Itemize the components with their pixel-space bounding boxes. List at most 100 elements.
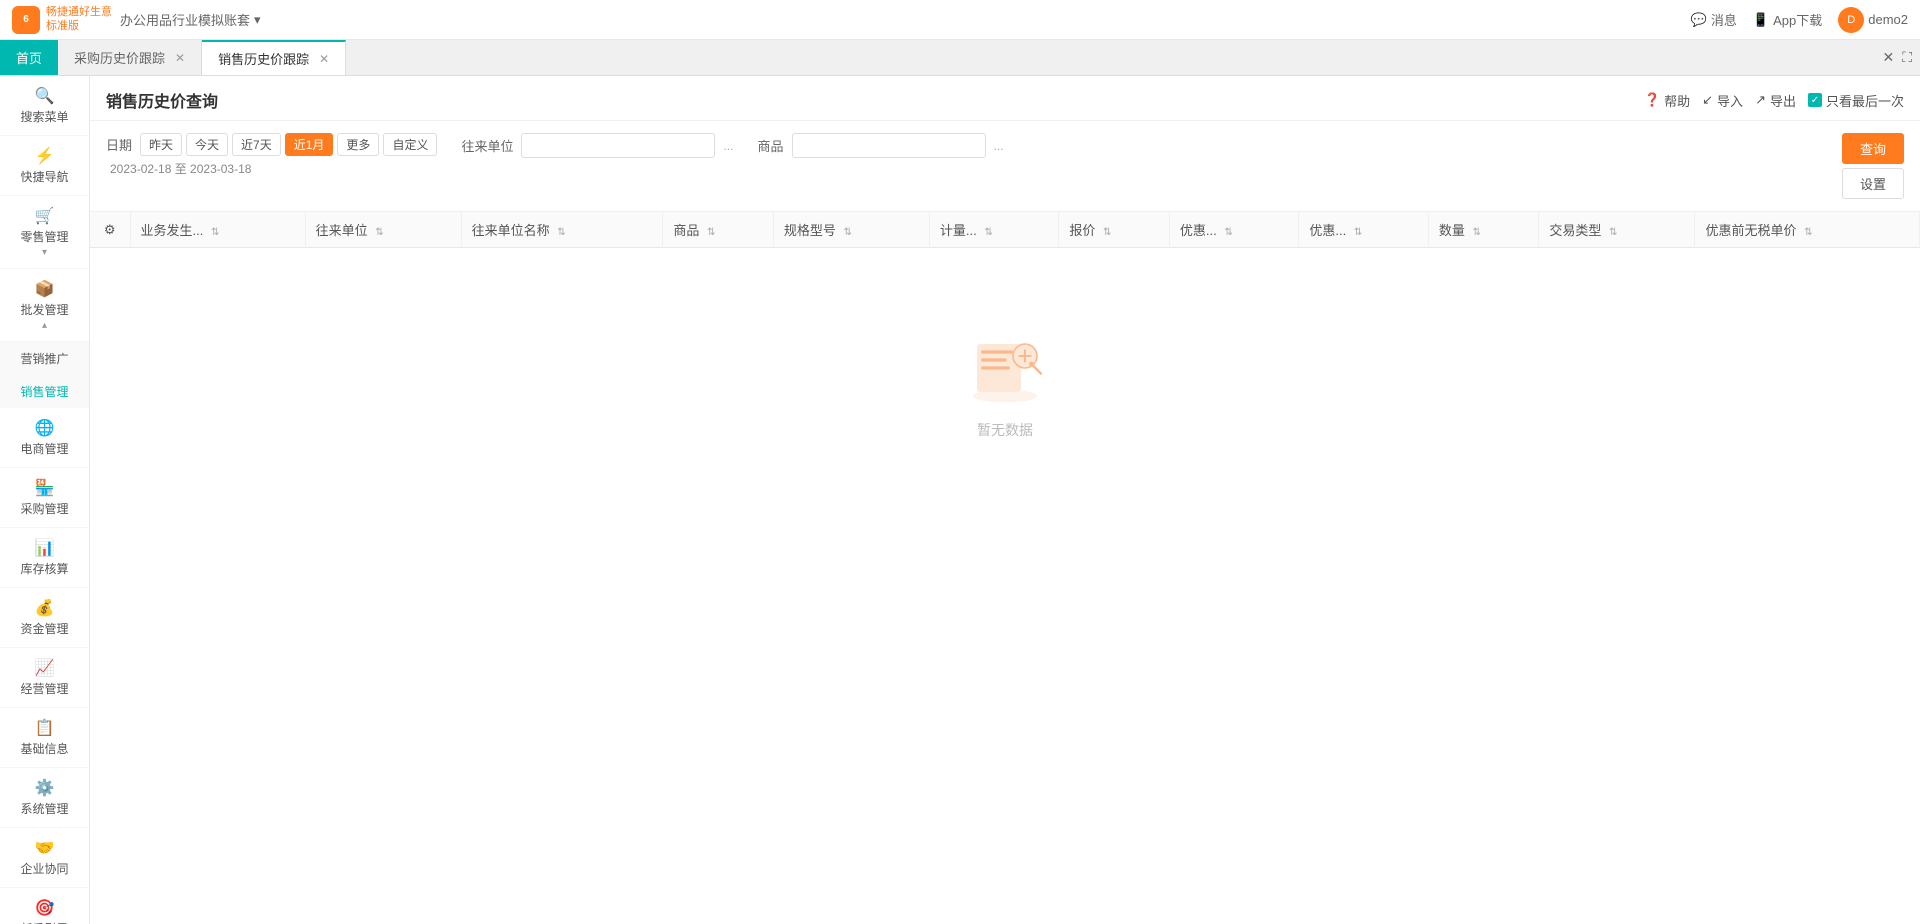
tab-purchase-history-label: 采购历史价跟踪 [74,48,165,67]
sidebar-item-label: 经营管理 [20,680,68,697]
col-partner-code[interactable]: 往来单位 ⇅ [305,212,461,248]
sidebar-item-purchase[interactable]: 🏪 采购管理 [0,468,89,528]
sidebar-item-label: 企业协同 [20,860,68,877]
sidebar-item-sales-mgmt[interactable]: 销售管理 [0,375,89,408]
user-menu[interactable]: D demo2 [1838,7,1908,33]
close-purchase-tab-icon[interactable]: ✕ [175,51,185,65]
col-unit[interactable]: 计量... ⇅ [929,212,1058,248]
sidebar-item-operations[interactable]: 📈 经营管理 [0,648,89,708]
sidebar-item-label: 基础信息 [20,740,68,757]
message-icon: 💬 [1691,12,1707,28]
col-spec[interactable]: 规格型号 ⇅ [773,212,929,248]
sidebar: 🔍 搜索菜单 ⚡ 快捷导航 🛒 零售管理 ▾ 📦 批发管理 ▴ 营销推广 销售管… [0,76,90,924]
col-discount1[interactable]: 优惠... ⇅ [1169,212,1298,248]
checkbox-checked-icon: ✓ [1808,93,1822,107]
sidebar-item-label: 新手引导 [20,920,68,924]
tab-home[interactable]: 首页 [0,40,58,75]
export-button[interactable]: ↗ 导出 [1755,91,1796,110]
sidebar-item-marketing[interactable]: 营销推广 [0,342,89,375]
col-partner-name[interactable]: 往来单位名称 ⇅ [461,212,663,248]
goods-input[interactable] [792,133,986,158]
message-button[interactable]: 💬 消息 [1691,10,1737,29]
page-header: 销售历史价查询 ❓ 帮助 ↙ 导入 ↗ 导出 ✓ 只看最后一次 [90,76,1920,121]
partner-label: 往来单位 [461,136,513,155]
sidebar-item-new-guide[interactable]: 🎯 新手引导 [0,888,89,924]
sidebar-item-system-mgmt[interactable]: ⚙️ 系统管理 [0,768,89,828]
import-button[interactable]: ↙ 导入 [1702,91,1743,110]
sidebar-item-search-menu[interactable]: 🔍 搜索菜单 [0,76,89,136]
col-goods[interactable]: 商品 ⇅ [663,212,774,248]
table-container: ⚙ 业务发生... ⇅ 往来单位 ⇅ 往来单位名称 ⇅ 商品 ⇅ 规格型号 ⇅ … [90,212,1920,924]
import-icon: ↙ [1702,92,1713,108]
sidebar-item-label: 系统管理 [20,800,68,817]
search-icon: 🔍 [35,86,55,106]
date-btn-last7days[interactable]: 近7天 [232,133,281,156]
download-icon: 📱 [1753,12,1769,28]
ecommerce-icon: 🌐 [35,418,55,438]
tab-sales-history[interactable]: 销售历史价跟踪 ✕ [202,40,346,75]
chevron-up-icon: ▴ [42,320,47,331]
header-left: 6 畅捷通好生意 标准版 办公用品行业模拟账套 ▾ [12,6,261,34]
partner-input[interactable] [521,133,715,158]
only-last-checkbox[interactable]: ✓ 只看最后一次 [1808,91,1904,110]
close-sales-tab-icon[interactable]: ✕ [319,52,329,66]
sidebar-item-wholesale-mgmt[interactable]: 📦 批发管理 ▴ [0,269,89,342]
empty-text: 暂无数据 [977,420,1033,440]
empty-illustration [955,328,1055,408]
guide-icon: 🎯 [35,898,55,918]
date-range-text: 2023-02-18 至 2023-03-18 [110,160,251,177]
date-filter-top: 日期 昨天 今天 近7天 近1月 更多 自定义 [106,133,437,156]
breadcrumb-select[interactable]: 办公用品行业模拟账套 ▾ [120,10,261,29]
sidebar-item-ecommerce[interactable]: 🌐 电商管理 [0,408,89,468]
collab-icon: 🤝 [35,838,55,858]
table-header-row: ⚙ 业务发生... ⇅ 往来单位 ⇅ 往来单位名称 ⇅ 商品 ⇅ 规格型号 ⇅ … [90,212,1920,248]
sidebar-item-finance[interactable]: 💰 资金管理 [0,588,89,648]
tab-sales-history-label: 销售历史价跟踪 [218,49,309,68]
sidebar-item-enterprise-collab[interactable]: 🤝 企业协同 [0,828,89,888]
partner-dots[interactable]: ... [723,139,733,153]
main-layout: 🔍 搜索菜单 ⚡ 快捷导航 🛒 零售管理 ▾ 📦 批发管理 ▴ 营销推广 销售管… [0,76,1920,924]
sidebar-item-retail-mgmt[interactable]: 🛒 零售管理 ▾ [0,196,89,269]
purchase-icon: 🏪 [35,478,55,498]
retail-icon: 🛒 [35,206,55,226]
sidebar-item-basic-info[interactable]: 📋 基础信息 [0,708,89,768]
help-button[interactable]: ❓ 帮助 [1644,91,1690,110]
page-title: 销售历史价查询 [106,88,218,112]
date-label: 日期 [106,135,132,154]
maximize-icon[interactable]: ⛶ [1902,49,1912,66]
date-btn-custom[interactable]: 自定义 [383,133,437,156]
export-icon: ↗ [1755,92,1766,108]
settings-button[interactable]: 设置 [1842,168,1904,199]
close-all-tabs-icon[interactable]: ✕ [1882,49,1894,66]
sidebar-item-label: 快捷导航 [20,168,68,185]
col-discount2[interactable]: 优惠... ⇅ [1299,212,1428,248]
finance-icon: 💰 [35,598,55,618]
basic-info-icon: 📋 [35,718,55,738]
empty-state: 暂无数据 [90,248,1920,520]
date-btn-yesterday[interactable]: 昨天 [140,133,182,156]
date-btn-more[interactable]: 更多 [337,133,379,156]
app-download-button[interactable]: 📱 App下载 [1753,10,1822,29]
col-quote[interactable]: 报价 ⇅ [1059,212,1170,248]
goods-dots[interactable]: ... [994,139,1004,153]
sidebar-item-inventory[interactable]: 📊 库存核算 [0,528,89,588]
logo-text: 畅捷通好生意 标准版 [46,6,112,32]
tab-purchase-history[interactable]: 采购历史价跟踪 ✕ [58,40,202,75]
sidebar-item-label: 批发管理 [20,301,68,318]
tab-actions: ✕ ⛶ [1874,49,1920,66]
sidebar-item-label: 库存核算 [20,560,68,577]
col-settings[interactable]: ⚙ [90,212,130,248]
date-btn-last1month[interactable]: 近1月 [285,133,334,156]
query-button[interactable]: 查询 [1842,133,1904,164]
col-trade-type[interactable]: 交易类型 ⇅ [1539,212,1695,248]
sidebar-item-quick-nav[interactable]: ⚡ 快捷导航 [0,136,89,196]
sidebar-item-label: 电商管理 [20,440,68,457]
col-quantity[interactable]: 数量 ⇅ [1428,212,1539,248]
col-biz-date[interactable]: 业务发生... ⇅ [130,212,305,248]
col-pre-tax-price[interactable]: 优惠前无税单价 ⇅ [1695,212,1920,248]
sidebar-item-label: 零售管理 [20,228,68,245]
sidebar-item-label: 采购管理 [20,500,68,517]
header-right: 💬 消息 📱 App下载 D demo2 [1691,7,1908,33]
quick-nav-icon: ⚡ [35,146,55,166]
date-btn-today[interactable]: 今天 [186,133,228,156]
